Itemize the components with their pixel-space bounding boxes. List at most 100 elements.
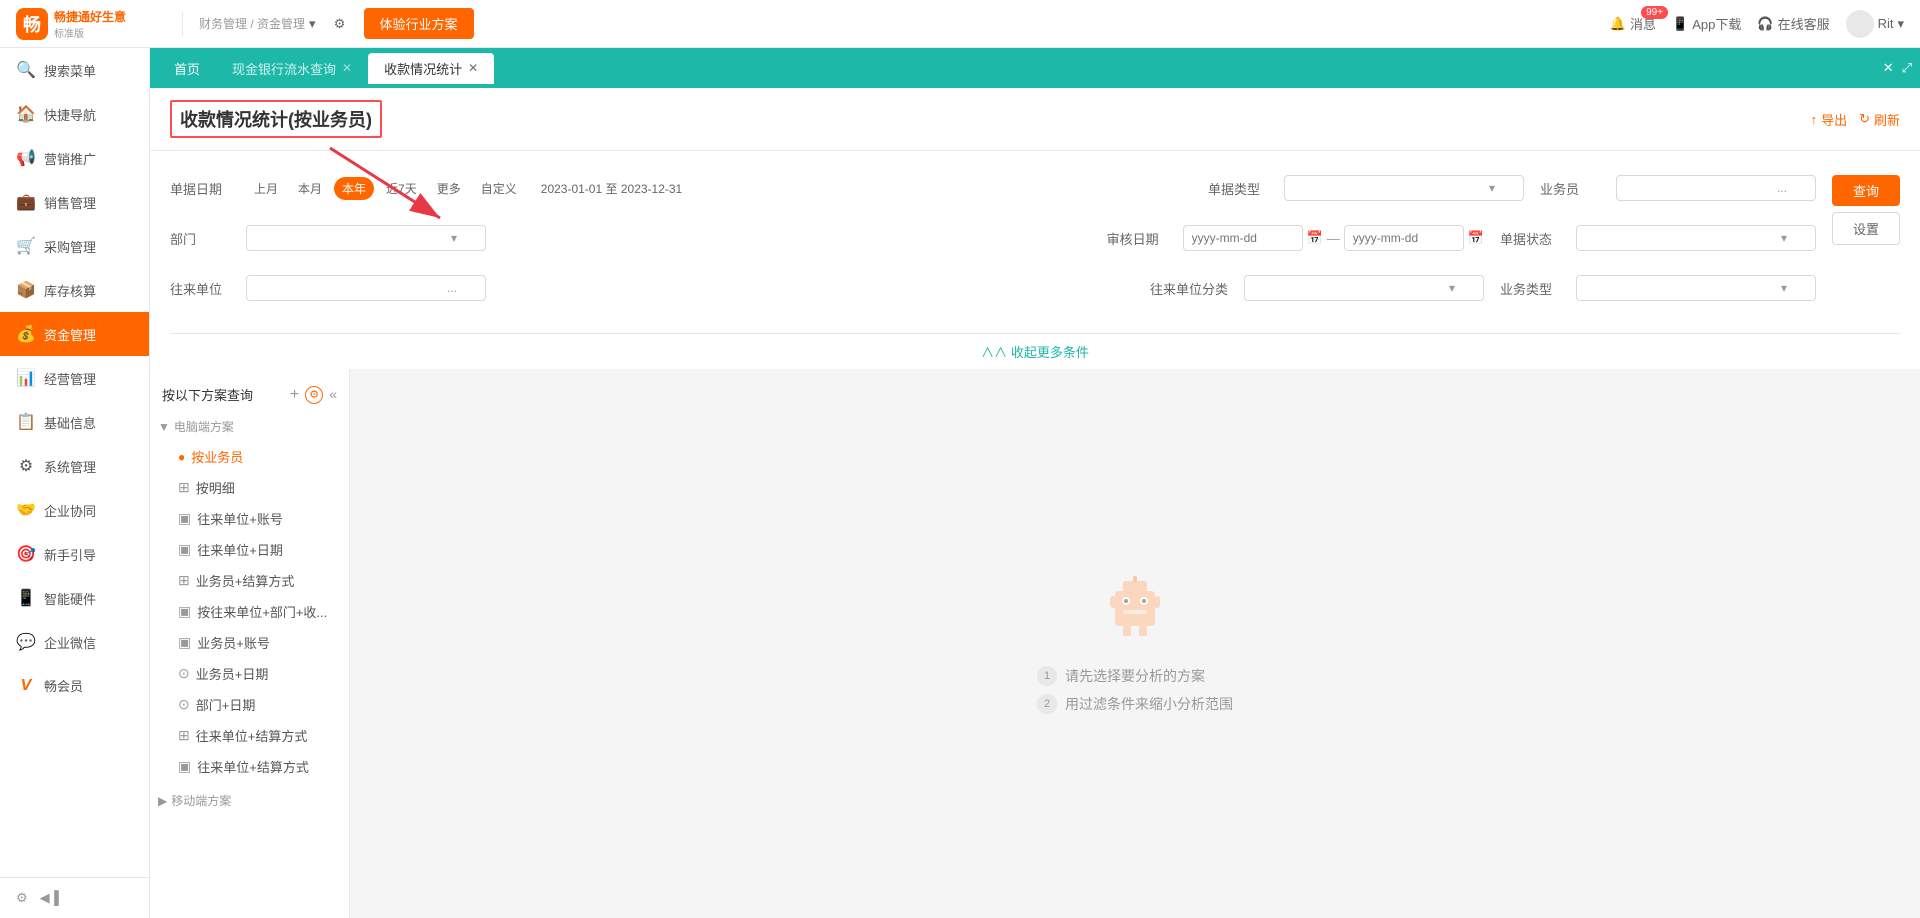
- tab-bar: 首页 现金银行流水查询 ✕ 收款情况统计 ✕ ✕ ⤢: [150, 48, 1920, 88]
- tab-bank[interactable]: 现金银行流水查询 ✕: [216, 53, 368, 84]
- scheme-settings-icon[interactable]: ⚙: [305, 386, 323, 404]
- salesman-select[interactable]: ...: [1616, 175, 1816, 201]
- partner-select[interactable]: ...: [246, 275, 486, 301]
- sidebar-item-inventory[interactable]: 📦 库存核算: [0, 268, 149, 312]
- sidebar-item-system[interactable]: ⚙ 系统管理: [0, 444, 149, 488]
- sidebar-item-purchase[interactable]: 🛒 采购管理: [0, 224, 149, 268]
- tree-item-label: 业务员+日期: [196, 664, 269, 683]
- date-label: 单据日期: [170, 179, 230, 198]
- refresh-button[interactable]: ↻ 刷新: [1859, 110, 1900, 129]
- calendar-end-icon[interactable]: 📅: [1468, 230, 1484, 246]
- trial-button[interactable]: 体验行业方案: [364, 8, 474, 39]
- tab-home-label: 首页: [174, 59, 200, 78]
- download-icon: 📱: [1672, 16, 1688, 32]
- sidebar-item-member[interactable]: V 畅会员: [0, 664, 149, 707]
- chevron-right-icon: ▶: [158, 794, 167, 808]
- sidebar-item-basic[interactable]: 📋 基础信息: [0, 400, 149, 444]
- header-left: 畅 畅捷通好生意 标准版 财务管理 / 资金管理 ▾ ⚙ 体验行业方案: [16, 8, 474, 40]
- close-tab-bank-icon[interactable]: ✕: [342, 61, 352, 75]
- tree-item-partner-settlement1[interactable]: ⊞ 往来单位+结算方式: [150, 720, 349, 751]
- desktop-group[interactable]: ▼ 电脑端方案: [150, 412, 349, 441]
- add-scheme-icon[interactable]: +: [290, 386, 299, 404]
- date-tab-this-year[interactable]: 本年: [334, 177, 374, 200]
- online-service-button[interactable]: 🎧 在线客服: [1757, 14, 1829, 33]
- member-icon: V: [16, 677, 36, 695]
- tree-item-by-salesman[interactable]: ● 按业务员: [150, 441, 349, 472]
- sidebar-item-wechat[interactable]: 💬 企业微信: [0, 620, 149, 664]
- settings-bottom-icon[interactable]: ⚙: [16, 890, 28, 906]
- partner-category-select[interactable]: ▾: [1244, 275, 1484, 301]
- date-tab-last-month[interactable]: 上月: [246, 177, 286, 200]
- tab-home[interactable]: 首页: [158, 53, 216, 84]
- tree-item-salesman-account[interactable]: ▣ 业务员+账号: [150, 627, 349, 658]
- sidebar-item-label: 系统管理: [44, 457, 96, 476]
- app-download-button[interactable]: 📱 App下载: [1672, 14, 1741, 33]
- dept-select[interactable]: ▾: [246, 225, 486, 251]
- sidebar-item-finance[interactable]: 💰 资金管理: [0, 312, 149, 356]
- empty-state: 1 请先选择要分析的方案 2 用过滤条件来缩小分析范围: [350, 369, 1920, 918]
- salesman-more-icon[interactable]: ...: [1777, 181, 1787, 195]
- collapse-button[interactable]: ∧∧ 收起更多条件: [981, 345, 1089, 360]
- filter-fields: 单据日期 上月 本月 本年 近7天 更多 自定义 2023-01-01 至 20…: [170, 163, 1816, 325]
- message-button[interactable]: 🔔 消息 99+: [1610, 14, 1656, 33]
- chevron-down-icon: ▼: [158, 420, 170, 434]
- step-num-2: 2: [1037, 694, 1057, 714]
- date-range: 2023-01-01 至 2023-12-31: [541, 180, 682, 197]
- review-date-start[interactable]: [1183, 225, 1303, 251]
- sidebar-bottom: ⚙ ◀▐: [0, 877, 149, 918]
- sidebar-item-search[interactable]: 🔍 搜索菜单: [0, 48, 149, 92]
- wechat-icon: 💬: [16, 632, 36, 652]
- sidebar-item-label: 基础信息: [44, 413, 96, 432]
- salesman-settlement-icon: ⊞: [178, 572, 190, 589]
- filter-main: 单据日期 上月 本月 本年 近7天 更多 自定义 2023-01-01 至 20…: [170, 163, 1900, 325]
- expand-icon[interactable]: ⤢: [1902, 60, 1912, 76]
- tree-item-salesman-date[interactable]: ⊙ 业务员+日期: [150, 658, 349, 689]
- refresh-icon: ↻: [1859, 111, 1870, 127]
- tree-item-partner-dept[interactable]: ▣ 按往来单位+部门+收...: [150, 596, 349, 627]
- close-all-tabs-icon[interactable]: ✕: [1883, 60, 1894, 76]
- settings-icon[interactable]: ⚙: [324, 8, 356, 40]
- chevron-down-icon: ▾: [1449, 281, 1455, 295]
- partner-more-icon[interactable]: ...: [447, 281, 457, 295]
- export-button[interactable]: ↑ 导出: [1811, 110, 1848, 129]
- tree-item-partner-date[interactable]: ▣ 往来单位+日期: [150, 534, 349, 565]
- hardware-icon: 📱: [16, 588, 36, 608]
- date-tab-custom[interactable]: 自定义: [473, 177, 525, 200]
- tree-item-partner-account[interactable]: ▣ 往来单位+账号: [150, 503, 349, 534]
- biz-type-select[interactable]: ▾: [1576, 275, 1816, 301]
- inventory-icon: 📦: [16, 280, 36, 300]
- user-menu[interactable]: Rit ▾: [1846, 10, 1904, 38]
- doc-type-select[interactable]: ▾: [1284, 175, 1524, 201]
- sidebar-item-hardware[interactable]: 📱 智能硬件: [0, 576, 149, 620]
- salesman-account-icon: ▣: [178, 634, 191, 651]
- sidebar-item-guide[interactable]: 🎯 新手引导: [0, 532, 149, 576]
- calendar-start-icon[interactable]: 📅: [1307, 230, 1323, 246]
- mobile-group[interactable]: ▶ 移动端方案: [150, 786, 349, 815]
- date-tab-more[interactable]: 更多: [429, 177, 469, 200]
- tree-item-label: 往来单位+账号: [197, 509, 283, 528]
- collapse-panel-icon[interactable]: «: [329, 386, 337, 404]
- sidebar-item-operation[interactable]: 📊 经营管理: [0, 356, 149, 400]
- tree-item-salesman-settlement[interactable]: ⊞ 业务员+结算方式: [150, 565, 349, 596]
- review-date-end[interactable]: [1344, 225, 1464, 251]
- doc-status-select[interactable]: ▾: [1576, 225, 1816, 251]
- sidebar-item-label: 智能硬件: [44, 589, 96, 608]
- collapse-sidebar-icon[interactable]: ◀▐: [40, 890, 59, 906]
- close-tab-receipts-icon[interactable]: ✕: [468, 61, 478, 75]
- set-button[interactable]: 设置: [1832, 212, 1900, 245]
- tree-item-partner-settlement2[interactable]: ▣ 往来单位+结算方式: [150, 751, 349, 782]
- tree-item-label: 部门+日期: [196, 695, 256, 714]
- nav-dropdown-icon[interactable]: ▾: [309, 16, 316, 32]
- divider: [182, 12, 183, 36]
- tree-item-by-detail[interactable]: ⊞ 按明细: [150, 472, 349, 503]
- sidebar-item-enterprise[interactable]: 🤝 企业协同: [0, 488, 149, 532]
- sidebar-item-sales[interactable]: 💼 销售管理: [0, 180, 149, 224]
- tab-receipts[interactable]: 收款情况统计 ✕: [368, 53, 494, 84]
- query-button[interactable]: 查询: [1832, 175, 1900, 206]
- date-tab-this-month[interactable]: 本月: [290, 177, 330, 200]
- sidebar-item-marketing[interactable]: 📢 营销推广: [0, 136, 149, 180]
- date-tab-7days[interactable]: 近7天: [378, 177, 425, 200]
- search-icon: 🔍: [16, 60, 36, 80]
- sidebar-item-nav[interactable]: 🏠 快捷导航: [0, 92, 149, 136]
- tree-item-dept-date[interactable]: ⊙ 部门+日期: [150, 689, 349, 720]
